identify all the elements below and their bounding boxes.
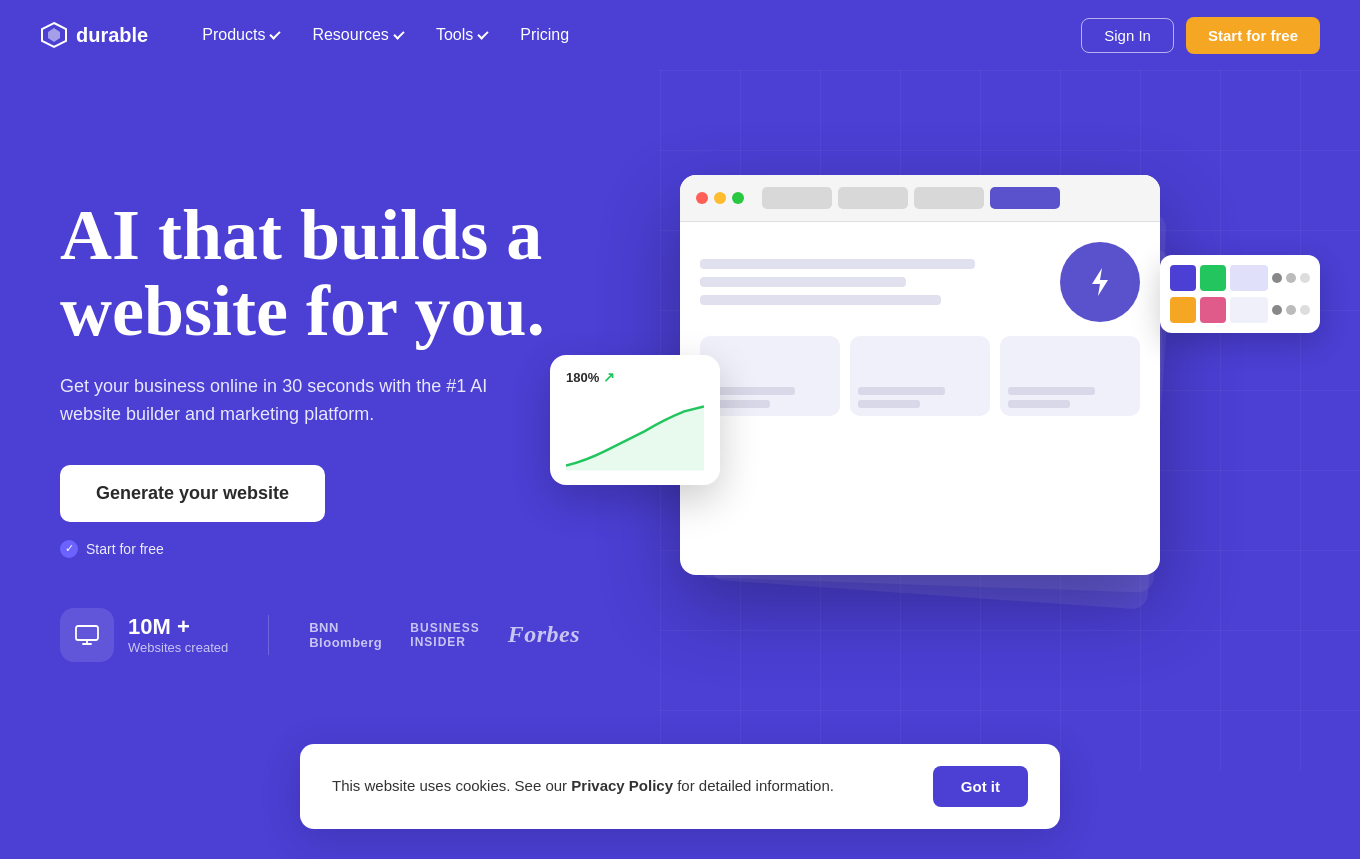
start-free-hint: ✓ Start for free <box>60 540 620 558</box>
palette-swatch-light2 <box>1230 297 1268 323</box>
bloomberg-logo: BNNBloomberg <box>309 620 382 650</box>
browser-tab-active <box>990 187 1060 209</box>
browser-content <box>680 222 1160 436</box>
hero-visual: 180% ↗ <box>620 155 1300 705</box>
start-free-nav-button[interactable]: Start for free <box>1186 17 1320 54</box>
hero-title: AI that builds a website for you. <box>60 198 620 349</box>
browser-hero-area <box>700 242 1140 322</box>
nav-tools[interactable]: Tools <box>422 18 502 52</box>
hero-section: AI that builds a website for you. Get yo… <box>0 70 1360 770</box>
svg-rect-0 <box>76 626 98 640</box>
hero-content: AI that builds a website for you. Get yo… <box>60 198 620 662</box>
browser-card-3 <box>1000 336 1140 416</box>
palette-dot <box>1300 273 1310 283</box>
divider <box>268 615 269 655</box>
card-line <box>1008 400 1070 408</box>
browser-tab <box>762 187 832 209</box>
stat-block: 10M + Websites created <box>60 608 228 662</box>
monitor-icon <box>74 622 100 648</box>
logo[interactable]: durable <box>40 21 148 49</box>
browser-text-lines <box>700 259 1044 305</box>
text-line <box>700 277 906 287</box>
nav-resources[interactable]: Resources <box>298 18 417 52</box>
browser-dots <box>696 192 744 204</box>
forbes-logo: Forbes <box>508 621 580 648</box>
palette-swatch-light <box>1230 265 1268 291</box>
browser-tab <box>838 187 908 209</box>
browser-card-1 <box>700 336 840 416</box>
palette-row-2 <box>1170 297 1310 323</box>
text-line <box>700 295 941 305</box>
nav-links: Products Resources Tools Pricing <box>188 18 1081 52</box>
palette-dot <box>1272 273 1282 283</box>
floating-palette <box>1160 255 1320 333</box>
browser-tab <box>914 187 984 209</box>
nav-actions: Sign In Start for free <box>1081 17 1320 54</box>
generate-website-button[interactable]: Generate your website <box>60 465 325 522</box>
nav-pricing[interactable]: Pricing <box>506 18 583 52</box>
brand-name: durable <box>76 24 148 47</box>
stat-number: 10M + <box>128 614 228 640</box>
stat-label: Websites created <box>128 640 228 655</box>
press-logos: BNNBloomberg BUSINESSINSIDER Forbes <box>309 620 580 650</box>
got-it-button[interactable]: Got it <box>933 766 1028 807</box>
browser-cards <box>700 336 1140 416</box>
browser-tabs <box>762 187 1060 209</box>
chevron-down-icon <box>270 28 281 39</box>
dot-yellow <box>714 192 726 204</box>
chevron-down-icon <box>393 28 404 39</box>
palette-swatch-orange <box>1170 297 1196 323</box>
palette-dot <box>1286 273 1296 283</box>
monitor-icon-wrap <box>60 608 114 662</box>
text-line <box>700 259 975 269</box>
palette-swatch-pink <box>1200 297 1226 323</box>
signin-button[interactable]: Sign In <box>1081 18 1174 53</box>
card-line <box>1008 387 1095 395</box>
privacy-policy-link[interactable]: Privacy Policy <box>571 777 673 794</box>
check-icon: ✓ <box>60 540 78 558</box>
logo-icon <box>40 21 68 49</box>
hero-subtitle: Get your business online in 30 seconds w… <box>60 373 500 429</box>
cookie-text: This website uses cookies. See our Priva… <box>332 775 909 798</box>
dot-green <box>732 192 744 204</box>
card-line <box>858 400 920 408</box>
chevron-down-icon <box>478 28 489 39</box>
cookie-banner: This website uses cookies. See our Priva… <box>300 744 1060 829</box>
browser-card-2 <box>850 336 990 416</box>
stat-text: 10M + Websites created <box>128 614 228 655</box>
palette-swatch-green <box>1200 265 1226 291</box>
card-line <box>858 387 945 395</box>
palette-row-1 <box>1170 265 1310 291</box>
palette-dot <box>1272 305 1282 315</box>
palette-swatch-purple <box>1170 265 1196 291</box>
dot-red <box>696 192 708 204</box>
card-line <box>708 387 795 395</box>
browser-topbar <box>680 175 1160 222</box>
business-insider-logo: BUSINESSINSIDER <box>410 621 479 649</box>
browser-mockup <box>680 175 1160 575</box>
palette-dot <box>1286 305 1296 315</box>
nav-products[interactable]: Products <box>188 18 294 52</box>
navigation: durable Products Resources Tools Pricing… <box>0 0 1360 70</box>
lightning-icon <box>1082 264 1118 300</box>
lightning-circle <box>1060 242 1140 322</box>
palette-dot <box>1300 305 1310 315</box>
hero-bottom: 10M + Websites created BNNBloomberg BUSI… <box>60 608 620 662</box>
